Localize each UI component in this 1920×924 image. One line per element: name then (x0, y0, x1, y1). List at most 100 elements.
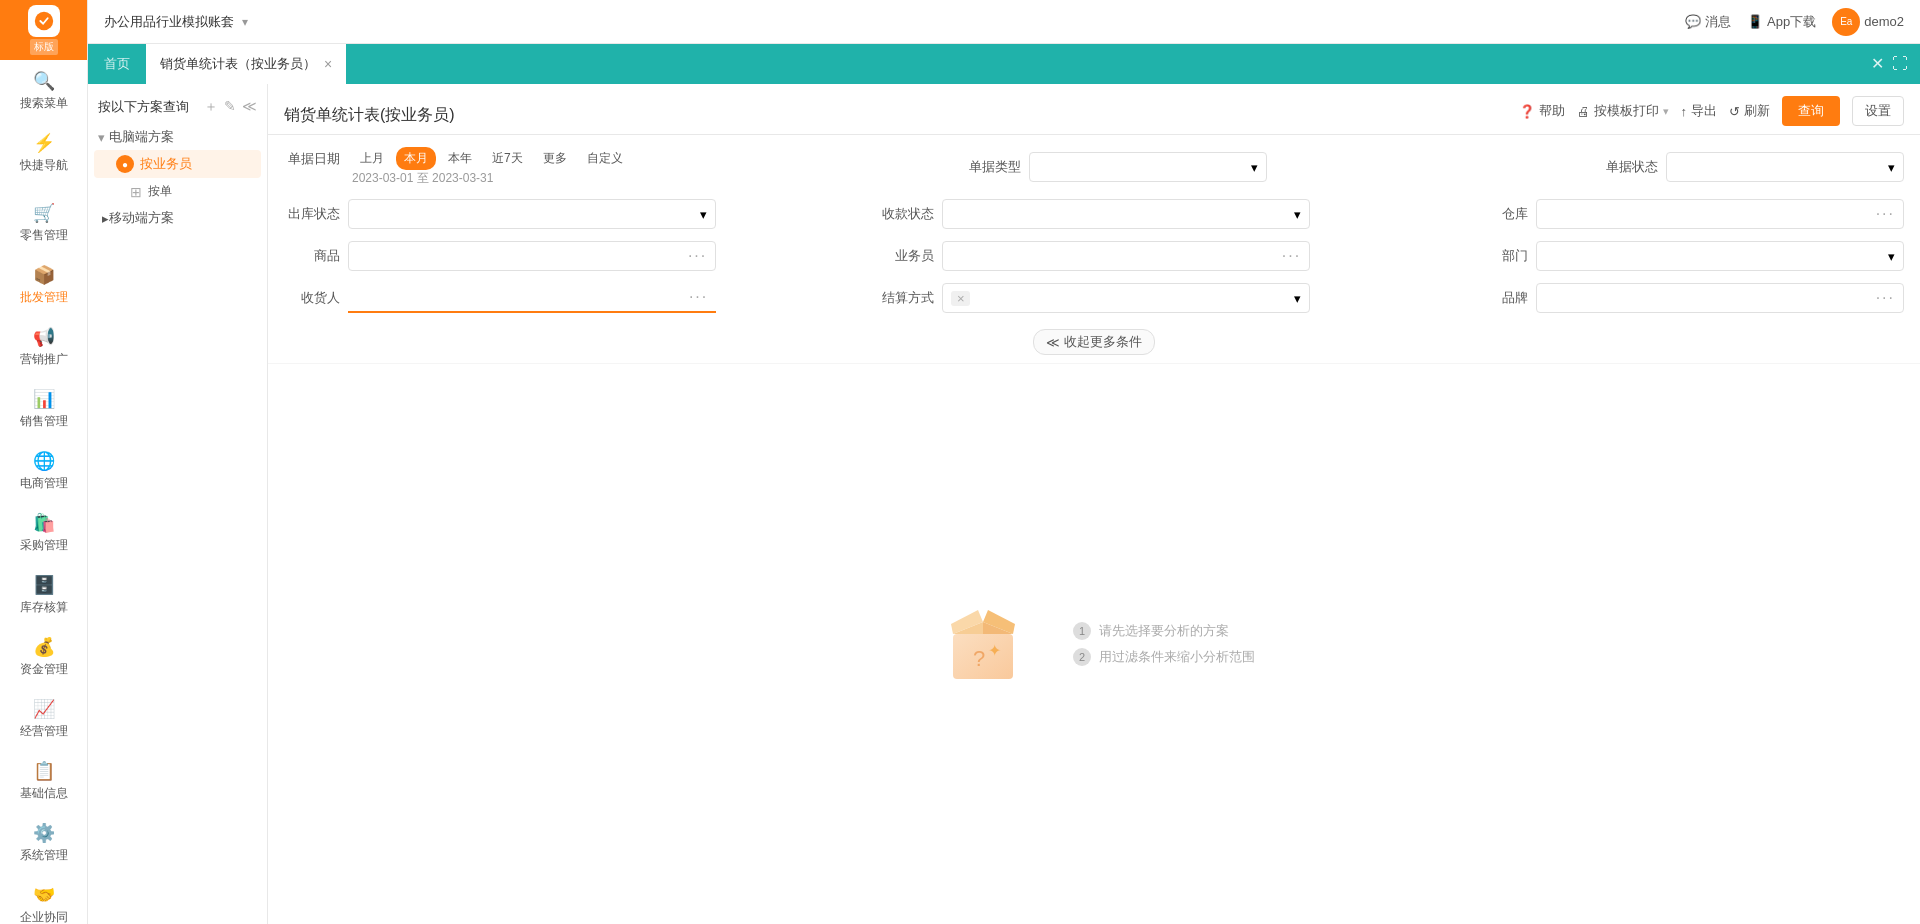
warehouse-control[interactable]: ··· (1536, 199, 1904, 229)
sidebar-item-wholesale[interactable]: 📦 批发管理 (0, 254, 88, 316)
sidebar-item-retail[interactable]: 🛒 零售管理 (0, 192, 88, 254)
app-download-btn[interactable]: 📱 App下载 (1747, 13, 1816, 31)
tab-active[interactable]: 销货单统计表（按业务员） × (146, 44, 346, 84)
scheme-group-desktop: ▾ 电脑端方案 ● 按业务员 ⊞ 按单 (88, 124, 267, 205)
tabbar-actions: ✕ ⛶ (1871, 56, 1920, 72)
salesperson-more-icon[interactable]: ··· (1282, 247, 1301, 265)
sub-item-icon: ⊞ (130, 184, 142, 200)
sidebar-item-quick-nav[interactable]: ⚡ 快捷导航 (0, 122, 88, 184)
receiver-more-icon[interactable]: ··· (689, 288, 708, 306)
goods-more-icon[interactable]: ··· (688, 247, 707, 265)
date-btn-last-month[interactable]: 上月 (352, 147, 392, 170)
print-btn[interactable]: 🖨 按模板打印 ▾ (1577, 102, 1669, 120)
date-btn-this-month[interactable]: 本月 (396, 147, 436, 170)
sidebar-item-sales[interactable]: 📊 销售管理 (0, 378, 88, 440)
scheme-item-by-salesperson[interactable]: ● 按业务员 (94, 150, 261, 178)
doc-status-control[interactable]: ▾ (1666, 152, 1904, 182)
salesperson-control[interactable]: ··· (942, 241, 1310, 271)
edit-scheme-btn[interactable]: ✎ (224, 98, 236, 116)
date-label: 单据日期 (284, 150, 340, 168)
quick-nav-icon: ⚡ (33, 132, 55, 154)
brand-control[interactable]: ··· (1536, 283, 1904, 313)
scheme-group-desktop-title[interactable]: ▾ 电脑端方案 (94, 124, 261, 150)
empty-tip-2: 2 用过滤条件来缩小分析范围 (1073, 648, 1255, 666)
collapse-conditions-btn[interactable]: ≪ 收起更多条件 (1033, 329, 1155, 355)
main-area: 办公用品行业模拟账套 ▾ 💬 消息 📱 App下载 Ea demo2 首页 (88, 0, 1920, 924)
tab-close-btn[interactable]: × (324, 57, 332, 71)
marketing-icon: 📢 (33, 326, 55, 348)
scheme-sub-item-by-order[interactable]: ⊞ 按单 (94, 178, 261, 205)
system-icon: ⚙️ (33, 822, 55, 844)
inventory-icon: 🗄️ (33, 574, 55, 596)
date-range-display: 2023-03-01 至 2023-03-31 (352, 171, 493, 185)
export-icon: ↑ (1681, 104, 1688, 119)
help-icon: ❓ (1519, 104, 1535, 119)
filter-row-3: 商品 ··· 业务员 ··· (284, 241, 1904, 271)
message-btn[interactable]: 💬 消息 (1685, 13, 1731, 31)
sidebar-item-system[interactable]: ⚙️ 系统管理 (0, 812, 88, 874)
sidebar-item-finance[interactable]: 💰 资金管理 (0, 626, 88, 688)
settlement-clear-btn[interactable]: × (957, 292, 965, 305)
svg-text:✦: ✦ (988, 642, 1001, 659)
user-profile[interactable]: Ea demo2 (1832, 8, 1904, 36)
sidebar-item-ecommerce[interactable]: 🌐 电商管理 (0, 440, 88, 502)
collection-status-label: 收款状态 (878, 205, 934, 223)
collection-status-control[interactable]: ▾ (942, 199, 1310, 229)
doc-type-label: 单据类型 (965, 158, 1021, 176)
settings-btn[interactable]: 设置 (1852, 96, 1904, 126)
filter-settlement: 结算方式 × ▾ (878, 283, 1310, 313)
refresh-icon: ↺ (1729, 104, 1740, 119)
sidebar-item-operation[interactable]: 📈 经营管理 (0, 688, 88, 750)
help-btn[interactable]: ❓ 帮助 (1519, 102, 1565, 120)
sidebar-item-search[interactable]: 🔍 搜索菜单 (0, 60, 88, 122)
sidebar-item-basic[interactable]: 📋 基础信息 (0, 750, 88, 812)
date-btn-this-year[interactable]: 本年 (440, 147, 480, 170)
filter-goods: 商品 ··· (284, 241, 716, 271)
print-icon: 🖨 (1577, 104, 1590, 119)
query-btn[interactable]: 查询 (1782, 96, 1840, 126)
date-btn-custom[interactable]: 自定义 (579, 147, 631, 170)
settlement-label: 结算方式 (878, 289, 934, 307)
page-actions: ❓ 帮助 🖨 按模板打印 ▾ ↑ 导出 ↺ 刷新 (1519, 96, 1905, 134)
export-btn[interactable]: ↑ 导出 (1681, 102, 1718, 120)
doc-type-control[interactable]: ▾ (1029, 152, 1267, 182)
scheme-group-mobile-title[interactable]: ▸ 移动端方案 (94, 205, 261, 231)
empty-illustration: ✦ ? (933, 594, 1033, 694)
add-scheme-btn[interactable]: ＋ (204, 98, 218, 116)
chevron-up-icon: ≪ (1046, 335, 1060, 350)
maximize-btn[interactable]: ⛶ (1892, 56, 1908, 72)
out-status-label: 出库状态 (284, 205, 340, 223)
topbar-dropdown-arrow[interactable]: ▾ (242, 15, 248, 29)
sidebar-item-purchase[interactable]: 🛍️ 采购管理 (0, 502, 88, 564)
department-label: 部门 (1472, 247, 1528, 265)
sidebar-item-inventory[interactable]: 🗄️ 库存核算 (0, 564, 88, 626)
refresh-btn[interactable]: ↺ 刷新 (1729, 102, 1770, 120)
goods-control[interactable]: ··· (348, 241, 716, 271)
filter-doc-type: 单据类型 ▾ (965, 152, 1267, 182)
out-status-control[interactable]: ▾ (348, 199, 716, 229)
collapse-panel-btn[interactable]: ≪ (242, 98, 257, 116)
purchase-icon: 🛍️ (33, 512, 55, 534)
filter-doc-status: 单据状态 ▾ (1602, 152, 1904, 182)
settlement-dropdown-icon: ▾ (1294, 291, 1301, 306)
brand-more-icon[interactable]: ··· (1876, 289, 1895, 307)
settlement-control[interactable]: × ▾ (942, 283, 1310, 313)
filter-out-status: 出库状态 ▾ (284, 199, 716, 229)
filter-collection-status: 收款状态 ▾ (878, 199, 1310, 229)
date-btn-7days[interactable]: 近7天 (484, 147, 531, 170)
close-window-btn[interactable]: ✕ (1871, 56, 1884, 72)
sidebar-item-marketing[interactable]: 📢 营销推广 (0, 316, 88, 378)
receiver-control[interactable]: ··· (348, 283, 716, 313)
warehouse-more-icon[interactable]: ··· (1876, 205, 1895, 223)
settlement-tag: × (951, 291, 971, 306)
goods-label: 商品 (284, 247, 340, 265)
salesperson-scheme-icon: ● (116, 155, 134, 173)
tab-home[interactable]: 首页 (88, 44, 146, 84)
app-logo: 标版 (0, 0, 88, 60)
department-control[interactable]: ▾ (1536, 241, 1904, 271)
sidebar-item-enterprise[interactable]: 🤝 企业协同 (0, 874, 88, 924)
date-btn-more[interactable]: 更多 (535, 147, 575, 170)
empty-state-inner: ✦ ? 1 请先选择要分析的方案 2 用过滤条件来缩小分析范围 (933, 594, 1255, 694)
search-icon: 🔍 (33, 70, 55, 92)
filter-receiver: 收货人 ··· (284, 283, 716, 313)
